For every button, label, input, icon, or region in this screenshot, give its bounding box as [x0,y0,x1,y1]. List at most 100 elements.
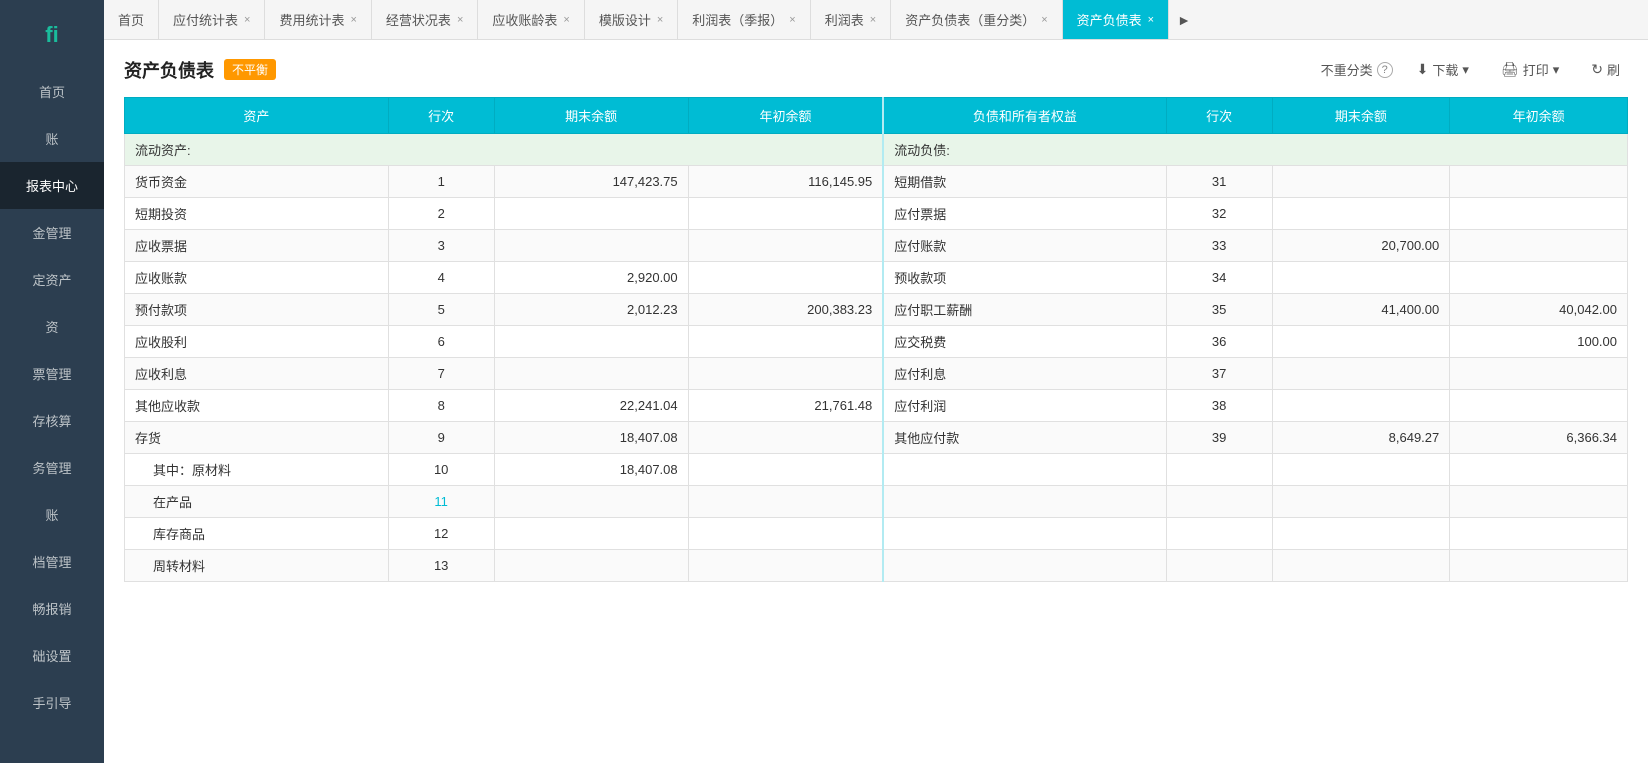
sidebar-item-basic-settings[interactable]: 础设置 [0,632,104,679]
tab-close-icon[interactable]: × [244,14,250,26]
left-end [494,358,688,390]
tab-balance-sheet[interactable]: 资产负债表 × [1063,0,1169,40]
tab-balance-reclassified[interactable]: 资产负债表（重分类） × [891,0,1062,40]
tab-close-icon[interactable]: × [870,14,876,26]
right-begin [1450,486,1628,518]
refresh-button[interactable]: ↻ 刷 [1583,56,1628,83]
col-header-seq-left: 行次 [388,98,494,134]
right-begin [1450,518,1628,550]
tab-label: 应收账龄表 [492,10,557,29]
right-name: 应付账款 [883,230,1166,262]
print-icon: 🖨 [1501,61,1519,78]
tab-close-icon[interactable]: × [657,14,663,26]
tab-label: 经营状况表 [386,10,451,29]
left-end [494,486,688,518]
col-header-end-left: 期末余额 [494,98,688,134]
tab-next-arrow[interactable]: ► [1169,0,1199,40]
sidebar-item-fund-mgmt[interactable]: 金管理 [0,209,104,256]
sidebar-item-business-mgmt[interactable]: 务管理 [0,444,104,491]
table-row: 应收账款 4 2,920.00 预收款项 34 [125,262,1628,294]
right-begin [1450,230,1628,262]
tab-home[interactable]: 首页 [104,0,159,40]
download-button[interactable]: ⬇ 下载 ▾ [1409,56,1477,83]
tab-close-icon[interactable]: × [350,14,356,26]
right-seq [1166,486,1272,518]
left-seq: 5 [388,294,494,326]
left-name: 应收利息 [125,358,389,390]
left-name: 预付款项 [125,294,389,326]
left-end: 2,012.23 [494,294,688,326]
right-name: 应付利润 [883,390,1166,422]
content-area: 资产负债表 不平衡 不重分类 ? ⬇ 下载 ▾ 🖨 打印 ▾ [104,40,1648,763]
col-header-begin-left: 年初余额 [688,98,883,134]
left-begin: 116,145.95 [688,166,883,198]
tab-close-icon[interactable]: × [563,14,569,26]
right-end [1272,166,1450,198]
tab-close-icon[interactable]: × [1041,14,1047,26]
left-begin [688,422,883,454]
balance-sheet-table: 资产 行次 期末余额 年初余额 负债和所有者权益 行次 期末余额 年初余额 流动… [124,97,1628,582]
sidebar-item-assets[interactable]: 资 [0,303,104,350]
sidebar-item-guide[interactable]: 手引导 [0,679,104,726]
right-begin: 6,366.34 [1450,422,1628,454]
left-end [494,550,688,582]
page-title-area: 资产负债表 不平衡 [124,57,276,83]
sidebar-item-inventory[interactable]: 存核算 [0,397,104,444]
sidebar-item-archive-mgmt[interactable]: 档管理 [0,538,104,585]
tab-expense-stat[interactable]: 费用统计表 × [265,0,371,40]
tab-profit[interactable]: 利润表 × [811,0,891,40]
right-end: 20,700.00 [1272,230,1450,262]
right-name: 预收款项 [883,262,1166,294]
sidebar-item-home[interactable]: 首页 [0,68,104,115]
left-end: 18,407.08 [494,454,688,486]
tab-label: 应付统计表 [173,10,238,29]
no-reclassify: 不重分类 ? [1321,60,1393,79]
print-button[interactable]: 🖨 打印 ▾ [1493,56,1567,83]
table-row: 应收利息 7 应付利息 37 [125,358,1628,390]
tab-label: 费用统计表 [279,10,344,29]
unbalanced-badge: 不平衡 [224,59,276,80]
col-header-end-right: 期末余额 [1272,98,1450,134]
download-arrow-icon: ▾ [1462,62,1469,78]
sidebar-item-fixed-assets[interactable]: 定资产 [0,256,104,303]
sidebar-item-account[interactable]: 账 [0,115,104,162]
sidebar-item-ledger[interactable]: 账 [0,491,104,538]
left-begin: 200,383.23 [688,294,883,326]
left-end [494,230,688,262]
right-seq: 39 [1166,422,1272,454]
sidebar-item-bill-mgmt[interactable]: 票管理 [0,350,104,397]
download-icon: ⬇ [1417,61,1429,78]
left-name: 在产品 [125,486,389,518]
tab-operation-status[interactable]: 经营状况表 × [372,0,478,40]
right-name [883,454,1166,486]
tab-receivable-aging[interactable]: 应收账龄表 × [478,0,584,40]
col-header-asset: 资产 [125,98,389,134]
left-begin [688,358,883,390]
sidebar-item-report-center[interactable]: 报表中心 [0,162,104,209]
table-row: 预付款项 5 2,012.23 200,383.23 应付职工薪酬 35 41,… [125,294,1628,326]
left-name: 应收股利 [125,326,389,358]
right-seq: 34 [1166,262,1272,294]
right-end [1272,550,1450,582]
table-row: 应收票据 3 应付账款 33 20,700.00 [125,230,1628,262]
tab-close-icon[interactable]: × [457,14,463,26]
no-reclassify-label: 不重分类 [1321,60,1373,79]
left-begin [688,262,883,294]
help-icon[interactable]: ? [1377,62,1393,78]
print-label: 打印 [1523,60,1549,79]
section-left-label: 流动资产: [125,134,884,166]
section-current-assets: 流动资产: 流动负债: [125,134,1628,166]
right-seq [1166,454,1272,486]
tab-profit-quarterly[interactable]: 利润表（季报） × [678,0,810,40]
left-seq: 2 [388,198,494,230]
left-seq: 1 [388,166,494,198]
tab-close-icon[interactable]: × [789,14,795,26]
tab-accounts-payable-stat[interactable]: 应付统计表 × [159,0,265,40]
right-name: 应付职工薪酬 [883,294,1166,326]
tab-template-design[interactable]: 模版设计 × [585,0,678,40]
left-begin [688,198,883,230]
right-name: 应交税费 [883,326,1166,358]
sidebar-item-expense[interactable]: 畅报销 [0,585,104,632]
left-begin [688,230,883,262]
tab-close-icon[interactable]: × [1148,14,1154,26]
